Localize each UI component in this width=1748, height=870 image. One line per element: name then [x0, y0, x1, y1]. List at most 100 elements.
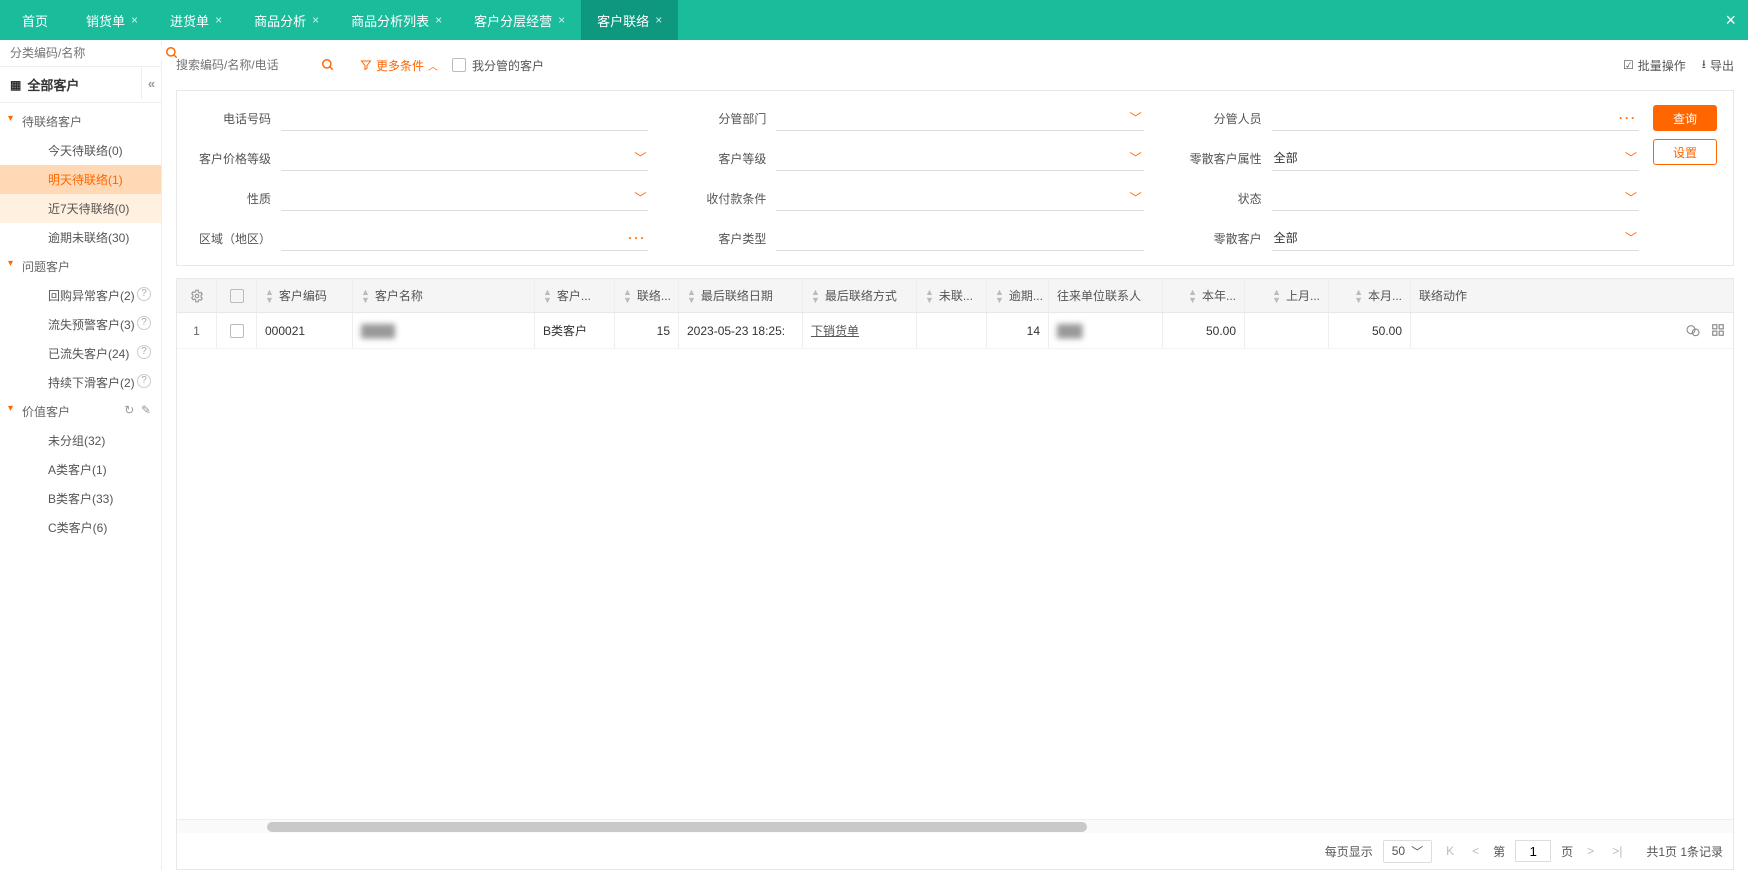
- header-last-month[interactable]: ▲▼上月...: [1245, 279, 1329, 312]
- batch-operation-button[interactable]: ☑ 批量操作: [1623, 57, 1686, 74]
- cust-type-field[interactable]: [776, 225, 1143, 251]
- cell-cust: B类客户: [535, 313, 615, 348]
- tab-customer-contact[interactable]: 客户联络×: [581, 0, 678, 40]
- close-icon[interactable]: ×: [655, 13, 662, 27]
- per-page-select[interactable]: 50﹀: [1383, 840, 1432, 863]
- row-checkbox[interactable]: [217, 313, 257, 348]
- scrollbar-thumb[interactable]: [267, 822, 1087, 832]
- nature-field[interactable]: ﹀: [281, 185, 648, 211]
- status-field[interactable]: ﹀: [1272, 185, 1639, 211]
- pager-summary: 共1页 1条记录: [1646, 843, 1723, 860]
- tree-item-tomorrow[interactable]: 明天待联络(1): [0, 165, 161, 194]
- search-icon[interactable]: [165, 46, 179, 60]
- close-icon[interactable]: ×: [312, 13, 319, 27]
- sidebar-collapse-icon[interactable]: «: [141, 67, 161, 99]
- header-no-contact[interactable]: ▲▼未联...: [917, 279, 987, 312]
- export-button[interactable]: ⭳ 导出: [1702, 55, 1734, 76]
- dept-field[interactable]: ﹀: [776, 105, 1143, 131]
- cell-overdue: 14: [987, 313, 1049, 348]
- tree-item-ungrouped[interactable]: 未分组(32): [0, 426, 161, 455]
- header-checkbox[interactable]: [217, 279, 257, 312]
- tab-label: 商品分析列表: [351, 11, 429, 30]
- tree-group-label: 价值客户: [22, 405, 70, 419]
- sort-icon: ▲▼: [623, 288, 632, 304]
- header-last-date[interactable]: ▲▼最后联络日期: [679, 279, 803, 312]
- tab-sales-order[interactable]: 销货单×: [70, 0, 154, 40]
- page-number-input[interactable]: [1515, 840, 1551, 862]
- tab-purchase-order[interactable]: 进货单×: [154, 0, 238, 40]
- th-label: 客户编码: [279, 287, 327, 304]
- more-conditions-toggle[interactable]: 更多条件 ︿: [360, 57, 438, 74]
- qrcode-icon[interactable]: [1711, 323, 1725, 339]
- query-label: 查询: [1673, 110, 1697, 127]
- tree-item-today[interactable]: 今天待联络(0): [0, 136, 161, 165]
- help-icon[interactable]: ?: [137, 374, 151, 388]
- my-customers-checkbox[interactable]: 我分管的客户: [452, 57, 544, 74]
- tab-product-analysis[interactable]: 商品分析×: [238, 0, 335, 40]
- table-settings-icon[interactable]: [177, 279, 217, 312]
- next-page-button[interactable]: >: [1583, 844, 1598, 858]
- help-icon[interactable]: ?: [137, 345, 151, 359]
- settings-button[interactable]: 设置: [1653, 139, 1717, 165]
- tab-home[interactable]: 首页: [0, 0, 70, 40]
- prev-page-button[interactable]: <: [1468, 844, 1483, 858]
- tree-item-repurchase-abnormal[interactable]: 回购异常客户(2)?: [0, 281, 161, 310]
- tree-group-value[interactable]: 价值客户 ↻ ✎: [0, 397, 161, 426]
- header-this-month[interactable]: ▲▼本月...: [1329, 279, 1411, 312]
- horizontal-scrollbar[interactable]: [177, 819, 1733, 833]
- sidebar-search: [0, 40, 161, 67]
- sidebar-search-input[interactable]: [10, 46, 165, 60]
- last-method-link[interactable]: 下销货单: [811, 322, 859, 339]
- tree-item-class-c[interactable]: C类客户(6): [0, 513, 161, 542]
- close-icon[interactable]: ×: [435, 13, 442, 27]
- header-name[interactable]: ▲▼客户名称: [353, 279, 535, 312]
- header-contact-person[interactable]: 往来单位联系人: [1049, 279, 1163, 312]
- cell-action: [1411, 313, 1733, 348]
- close-all-icon[interactable]: ×: [1725, 0, 1736, 40]
- tree-item-declining[interactable]: 持续下滑客户(2)?: [0, 368, 161, 397]
- cust-level-field[interactable]: ﹀: [776, 145, 1143, 171]
- tree-item-overdue[interactable]: 逾期未联络(30): [0, 223, 161, 252]
- header-last-method[interactable]: ▲▼最后联络方式: [803, 279, 917, 312]
- close-icon[interactable]: ×: [215, 13, 222, 27]
- retail-attr-field[interactable]: 全部﹀: [1272, 145, 1639, 171]
- last-page-button[interactable]: >|: [1608, 844, 1626, 858]
- header-cust[interactable]: ▲▼客户...: [535, 279, 615, 312]
- tree-group-problem[interactable]: 问题客户: [0, 252, 161, 281]
- person-field[interactable]: ···: [1272, 105, 1639, 131]
- header-this-year[interactable]: ▲▼本年...: [1163, 279, 1245, 312]
- tree-item-churned[interactable]: 已流失客户(24)?: [0, 339, 161, 368]
- first-page-button[interactable]: K: [1442, 844, 1458, 858]
- search-icon[interactable]: [321, 58, 335, 72]
- edit-icon[interactable]: ✎: [141, 403, 151, 417]
- chevron-down-icon: ﹀: [634, 149, 646, 166]
- tree-item-churn-warning[interactable]: 流失预警客户(3)?: [0, 310, 161, 339]
- help-icon[interactable]: ?: [137, 316, 151, 330]
- close-icon[interactable]: ×: [558, 13, 565, 27]
- main-search-input[interactable]: [176, 58, 321, 72]
- pay-terms-field[interactable]: ﹀: [776, 185, 1143, 211]
- refresh-icon[interactable]: ↻: [124, 403, 134, 417]
- retail-cust-field[interactable]: 全部﹀: [1272, 225, 1639, 251]
- tree-item-label: 逾期未联络(30): [48, 231, 129, 245]
- tree-item-7days[interactable]: 近7天待联络(0): [0, 194, 161, 223]
- close-icon[interactable]: ×: [131, 13, 138, 27]
- cell-value: 000021: [265, 324, 305, 338]
- tree-item-class-a[interactable]: A类客户(1): [0, 455, 161, 484]
- sidebar-all-customers[interactable]: ▦ 全部客户 «: [0, 67, 161, 103]
- tree-item-label: 未分组(32): [48, 434, 105, 448]
- tab-product-analysis-list[interactable]: 商品分析列表 ×: [335, 0, 458, 40]
- phone-field[interactable]: [281, 105, 648, 131]
- region-field[interactable]: ···: [281, 225, 648, 251]
- tree-item-class-b[interactable]: B类客户(33): [0, 484, 161, 513]
- tab-customer-tier[interactable]: 客户分层经营×: [458, 0, 581, 40]
- query-button[interactable]: 查询: [1653, 105, 1717, 131]
- wechat-icon[interactable]: [1685, 323, 1701, 339]
- header-overdue[interactable]: ▲▼逾期...: [987, 279, 1049, 312]
- header-contact-gap[interactable]: ▲▼联络...: [615, 279, 679, 312]
- price-level-field[interactable]: ﹀: [281, 145, 648, 171]
- tree-group-pending[interactable]: 待联络客户: [0, 107, 161, 136]
- header-code[interactable]: ▲▼客户编码: [257, 279, 353, 312]
- help-icon[interactable]: ?: [137, 287, 151, 301]
- my-customers-label: 我分管的客户: [472, 57, 544, 74]
